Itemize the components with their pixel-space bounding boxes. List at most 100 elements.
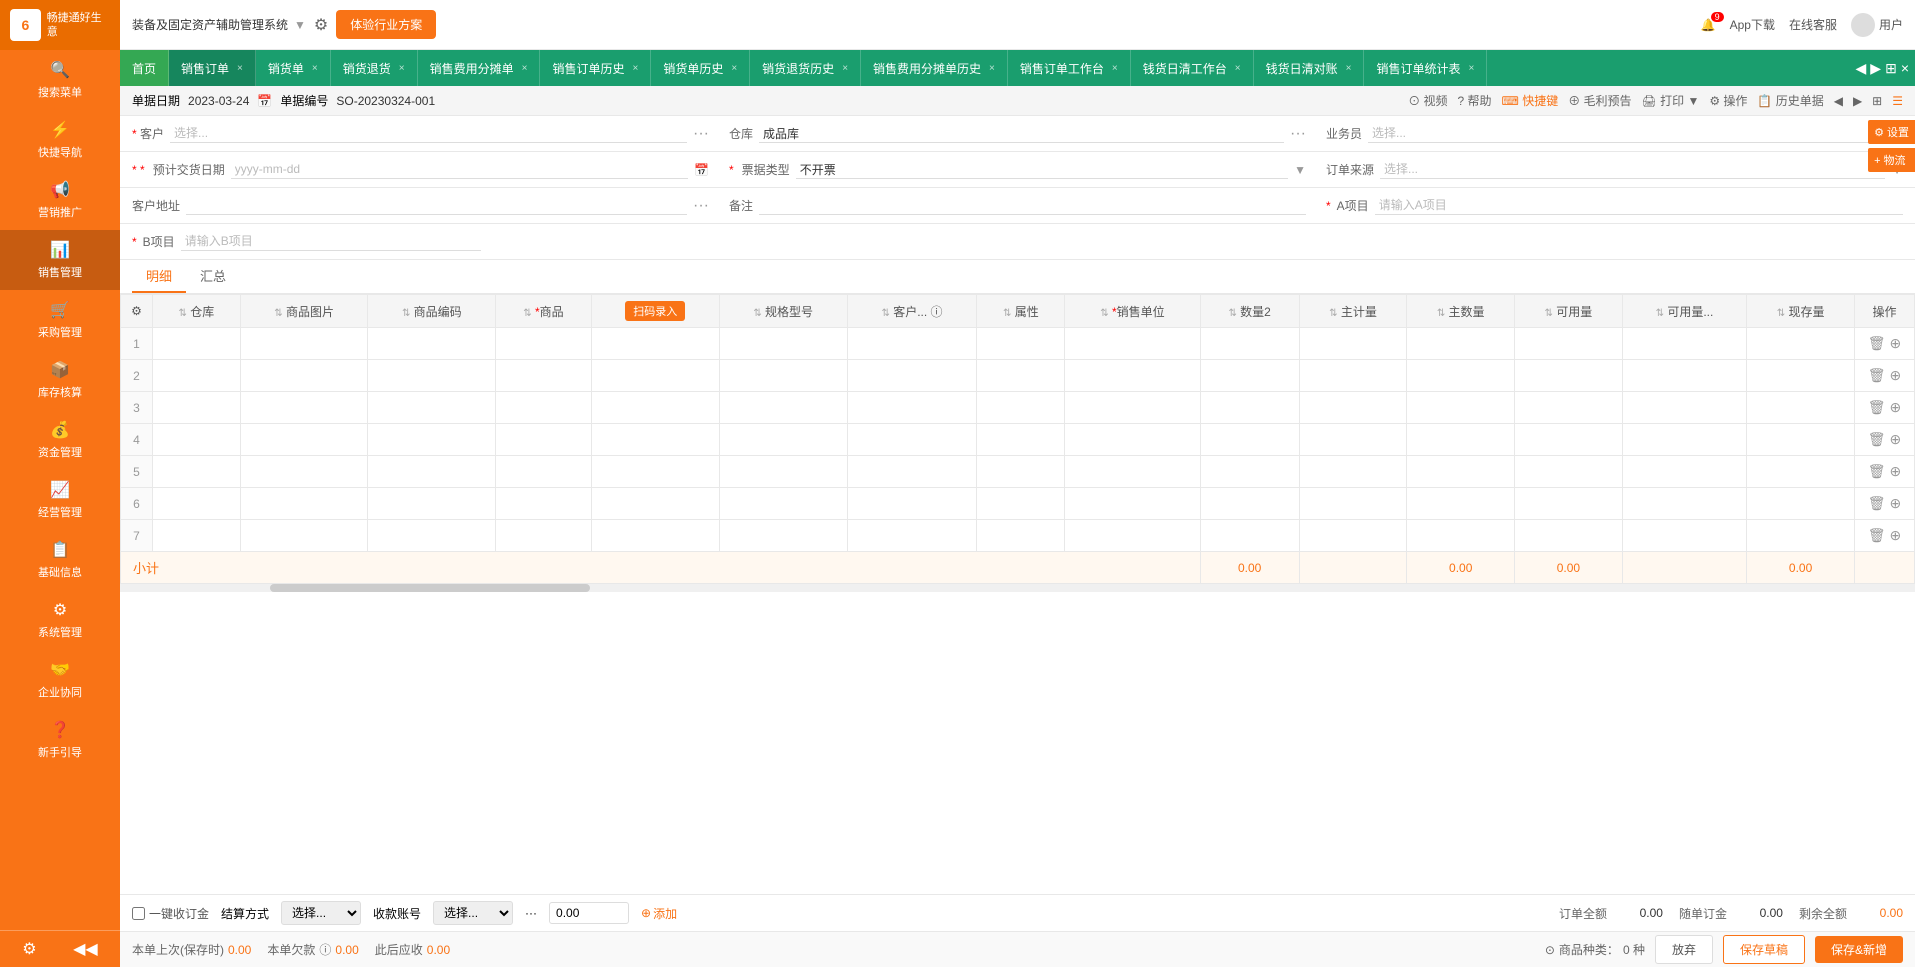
tab-sales-return[interactable]: 销货退货 × [331,50,418,86]
tab-sales-order-history[interactable]: 销售订单历史 × [540,50,651,86]
row-main-qty[interactable] [1407,424,1515,456]
amount-input[interactable] [549,902,629,924]
discard-btn[interactable]: 放弃 [1655,935,1713,964]
collapse-icon[interactable]: ◀◀ [73,939,98,959]
row-customer-code[interactable] [847,456,977,488]
col-settings[interactable]: ⚙ [121,295,153,328]
row-qty2[interactable] [1200,424,1299,456]
close-icon[interactable]: × [632,63,638,74]
customer-more-icon[interactable]: ··· [693,125,709,143]
one-click-checkbox[interactable] [132,907,145,920]
row-available2[interactable] [1622,360,1746,392]
row-code[interactable] [368,488,496,520]
copy-row-icon[interactable]: ⊕ [1890,335,1902,352]
warehouse-input[interactable] [759,124,1284,143]
next-doc-icon[interactable]: ▶ [1853,94,1862,108]
row-main-unit[interactable] [1299,392,1407,424]
row-stock[interactable] [1747,520,1855,552]
row-stock[interactable] [1747,424,1855,456]
row-attr[interactable] [977,520,1065,552]
close-icon[interactable]: × [1468,63,1474,74]
tab-sales-stats[interactable]: 销售订单统计表 × [1364,50,1487,86]
save-new-btn[interactable]: 保存&新增 [1815,936,1903,963]
close-icon[interactable]: × [237,63,243,74]
row-main-qty[interactable] [1407,360,1515,392]
row-available[interactable] [1515,456,1623,488]
sidebar-item-sales[interactable]: 📊 销售管理 [0,230,120,290]
row-stock[interactable] [1747,328,1855,360]
copy-row-icon[interactable]: ⊕ [1890,399,1902,416]
scrollbar-thumb[interactable] [270,584,590,592]
copy-row-icon[interactable]: ⊕ [1890,367,1902,384]
delete-row-icon[interactable]: 🗑 [1868,431,1886,448]
notification-icon[interactable]: 🔔 9 [1701,18,1716,32]
row-unit[interactable] [1065,392,1200,424]
online-service-link[interactable]: 在线客服 [1789,16,1837,33]
tab-sales-goods[interactable]: 销货单 × [256,50,331,86]
staff-input[interactable] [1368,124,1881,143]
profit-btn[interactable]: ⊕ 毛利预告 [1568,92,1631,109]
row-main-qty[interactable] [1407,392,1515,424]
industry-btn[interactable]: 体验行业方案 [336,10,436,39]
row-main-unit[interactable] [1299,520,1407,552]
delete-row-icon[interactable]: 🗑 [1868,463,1886,480]
row-product[interactable] [496,520,592,552]
row-image[interactable] [240,456,368,488]
tab-sales-goods-history[interactable]: 销货单历史 × [651,50,750,86]
tab-detail[interactable]: 明细 [132,260,186,293]
row-spec[interactable] [719,392,847,424]
row-attr[interactable] [977,488,1065,520]
row-stock[interactable] [1747,488,1855,520]
row-qty2[interactable] [1200,488,1299,520]
address-more-icon[interactable]: ··· [693,197,709,215]
sidebar-item-quick[interactable]: ⚡ 快捷导航 [0,110,120,170]
copy-row-icon[interactable]: ⊕ [1890,431,1902,448]
delivery-calendar-icon[interactable]: 📅 [694,163,709,177]
tab-sales-expense-history[interactable]: 销售费用分摊单历史 × [861,50,1008,86]
row-unit[interactable] [1065,328,1200,360]
row-spec[interactable] [719,328,847,360]
row-available[interactable] [1515,488,1623,520]
row-customer-code[interactable] [847,392,977,424]
row-product[interactable] [496,360,592,392]
tab-sales-order[interactable]: 销售订单 × [169,50,256,86]
shortcut-btn[interactable]: ⌨ 快捷键 [1502,92,1559,109]
row-warehouse[interactable] [153,520,241,552]
row-available[interactable] [1515,520,1623,552]
row-image[interactable] [240,360,368,392]
delete-row-icon[interactable]: 🗑 [1868,367,1886,384]
settings-float-btn[interactable]: ⚙ 设置 [1868,120,1915,144]
row-attr[interactable] [977,328,1065,360]
row-image[interactable] [240,488,368,520]
grid-view-icon[interactable]: ⊞ [1872,94,1882,108]
row-warehouse[interactable] [153,328,241,360]
material-float-btn[interactable]: + 物流 [1868,148,1915,172]
copy-row-icon[interactable]: ⊕ [1890,527,1902,544]
sidebar-item-system[interactable]: ⚙ 系统管理 [0,590,120,650]
row-stock[interactable] [1747,360,1855,392]
row-available2[interactable] [1622,424,1746,456]
operation-btn[interactable]: ⚙ 操作 [1709,92,1747,109]
row-unit[interactable] [1065,520,1200,552]
close-icon[interactable]: × [731,63,737,74]
row-attr[interactable] [977,392,1065,424]
row-qty2[interactable] [1200,456,1299,488]
row-spec[interactable] [719,488,847,520]
copy-row-icon[interactable]: ⊕ [1890,463,1902,480]
tab-home[interactable]: 首页 [120,50,169,86]
tab-sales-expense[interactable]: 销售费用分摊单 × [418,50,541,86]
prev-tab-icon[interactable]: ◀ [1856,60,1867,77]
row-main-unit[interactable] [1299,424,1407,456]
sidebar-item-operation[interactable]: 📈 经营管理 [0,470,120,530]
tab-summary[interactable]: 汇总 [186,260,240,293]
col-scan[interactable]: 扫码录入 [591,295,719,328]
row-unit[interactable] [1065,360,1200,392]
row-product[interactable] [496,424,592,456]
save-draft-btn[interactable]: 保存草稿 [1723,935,1805,964]
copy-row-icon[interactable]: ⊕ [1890,495,1902,512]
calendar-icon[interactable]: 📅 [257,94,272,108]
close-icon[interactable]: × [522,63,528,74]
row-attr[interactable] [977,360,1065,392]
close-icon[interactable]: × [1112,63,1118,74]
row-main-unit[interactable] [1299,328,1407,360]
